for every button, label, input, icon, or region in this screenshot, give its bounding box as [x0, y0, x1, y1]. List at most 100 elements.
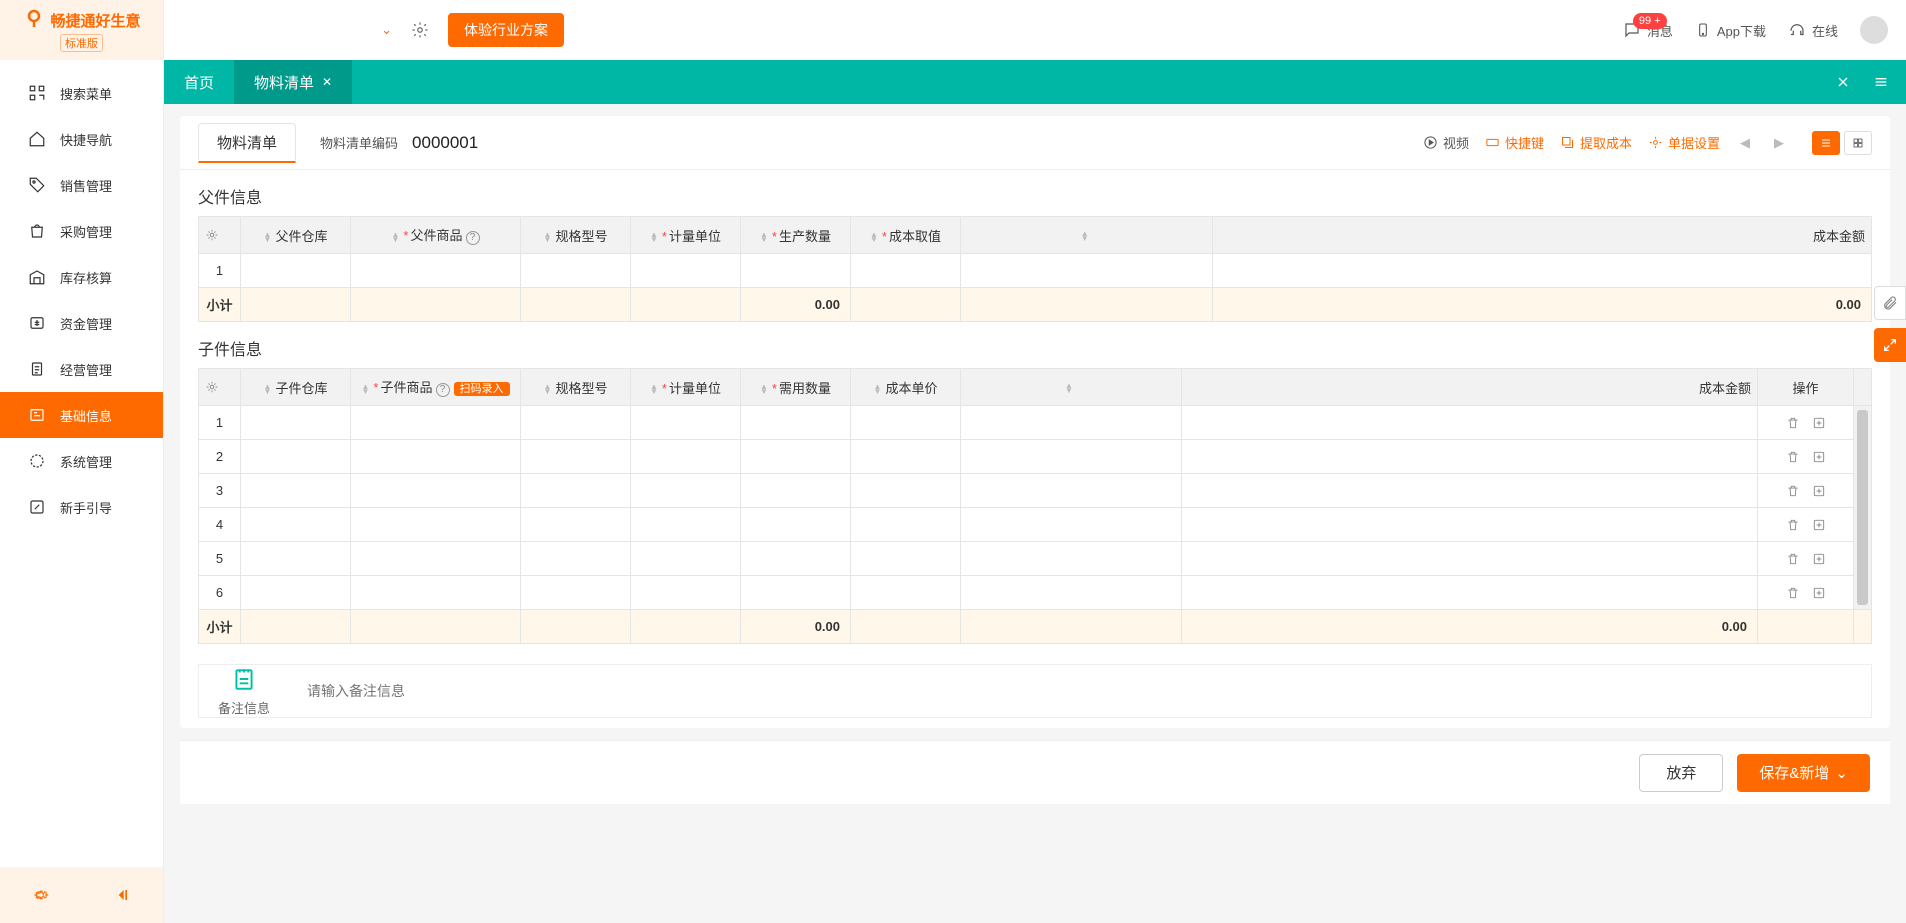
sidebar-item-label: 库存核算 [60, 268, 112, 287]
column-settings-icon[interactable] [205, 380, 234, 394]
delete-row-icon[interactable] [1786, 416, 1800, 430]
org-settings-button[interactable] [406, 16, 434, 44]
sidebar-item-purchase[interactable]: 采购管理 [0, 208, 163, 254]
col-parent-qty[interactable]: 生产数量 [779, 229, 831, 244]
attachment-tab[interactable] [1874, 286, 1906, 320]
sort-icon[interactable]: ▲▼ [264, 232, 272, 242]
settings-icon[interactable] [30, 885, 50, 905]
add-row-icon[interactable] [1812, 552, 1826, 566]
sort-icon[interactable]: ▲▼ [1065, 383, 1073, 393]
sidebar-item-basic-info[interactable]: 基础信息 [0, 392, 163, 438]
card-icon [28, 406, 46, 424]
col-parent-cost-source[interactable]: 成本取值 [889, 229, 941, 244]
expand-tab[interactable] [1874, 328, 1906, 362]
child-table-row[interactable]: 4 [199, 508, 1872, 542]
col-parent-warehouse[interactable]: 父件仓库 [275, 229, 327, 244]
col-parent-product[interactable]: 父件商品 [410, 228, 462, 243]
child-table-row[interactable]: 5 [199, 542, 1872, 576]
doc-settings-button[interactable]: 单据设置 [1648, 133, 1720, 152]
discard-button[interactable]: 放弃 [1639, 754, 1723, 792]
delete-row-icon[interactable] [1786, 450, 1800, 464]
sidebar-item-sales[interactable]: 销售管理 [0, 162, 163, 208]
sort-icon[interactable]: ▲▼ [264, 384, 272, 394]
user-avatar[interactable] [1860, 16, 1888, 44]
sort-icon[interactable]: ▲▼ [362, 384, 370, 394]
org-selector[interactable]: ⌄ [182, 13, 402, 47]
experience-plan-button[interactable]: 体验行业方案 [448, 13, 564, 47]
gear-icon [1648, 135, 1663, 150]
delete-row-icon[interactable] [1786, 518, 1800, 532]
vertical-scrollbar[interactable] [1854, 406, 1872, 610]
sort-icon[interactable]: ▲▼ [392, 232, 400, 242]
view-card-button[interactable] [1844, 131, 1872, 155]
delete-row-icon[interactable] [1786, 552, 1800, 566]
sort-icon[interactable]: ▲▼ [760, 384, 768, 394]
add-row-icon[interactable] [1812, 518, 1826, 532]
close-all-tabs-button[interactable] [1828, 67, 1858, 97]
delete-row-icon[interactable] [1786, 484, 1800, 498]
delete-row-icon[interactable] [1786, 586, 1800, 600]
tab-bom[interactable]: 物料清单 ✕ [234, 60, 352, 104]
extract-cost-button[interactable]: 提取成本 [1560, 133, 1632, 152]
col-child-spec[interactable]: 规格型号 [555, 381, 607, 396]
sort-icon[interactable]: ▲▼ [874, 384, 882, 394]
add-row-icon[interactable] [1812, 484, 1826, 498]
sort-icon[interactable]: ▲▼ [870, 232, 878, 242]
sidebar-item-guide[interactable]: 新手引导 [0, 484, 163, 530]
save-and-new-button[interactable]: 保存&新增 ⌄ [1737, 754, 1870, 792]
col-child-unit[interactable]: 计量单位 [669, 381, 721, 396]
child-table-row[interactable]: 2 [199, 440, 1872, 474]
sidebar-item-quick-nav[interactable]: 快捷导航 [0, 116, 163, 162]
video-help-button[interactable]: 视频 [1423, 133, 1469, 152]
info-icon[interactable]: ? [466, 231, 480, 245]
remark-label: 备注信息 [218, 698, 270, 717]
col-parent-unit[interactable]: 计量单位 [669, 229, 721, 244]
sidebar-item-label: 新手引导 [60, 498, 112, 517]
compass-icon [28, 498, 46, 516]
shortcut-button[interactable]: 快捷键 [1485, 133, 1544, 152]
parent-table-row[interactable]: 1 [199, 254, 1872, 288]
next-doc-button[interactable]: ▶ [1770, 135, 1788, 151]
doc-type-tab[interactable]: 物料清单 [198, 123, 296, 163]
online-support-button[interactable]: 在线 [1788, 21, 1838, 40]
add-row-icon[interactable] [1812, 586, 1826, 600]
child-table-row[interactable]: 3 [199, 474, 1872, 508]
sort-icon[interactable]: ▲▼ [760, 232, 768, 242]
col-child-warehouse[interactable]: 子件仓库 [275, 381, 327, 396]
child-table-row[interactable]: 1 [199, 406, 1872, 440]
collapse-sidebar-icon[interactable] [111, 885, 133, 905]
tabs-menu-button[interactable] [1866, 67, 1896, 97]
view-list-button[interactable] [1812, 131, 1840, 155]
sidebar-item-label: 搜索菜单 [60, 84, 112, 103]
message-button[interactable]: 99 + 消息 [1623, 21, 1673, 40]
col-parent-spec[interactable]: 规格型号 [555, 229, 607, 244]
search-scan-icon [28, 84, 46, 102]
sidebar-item-search-menu[interactable]: 搜索菜单 [0, 70, 163, 116]
sort-icon[interactable]: ▲▼ [544, 232, 552, 242]
close-icon[interactable]: ✕ [322, 75, 332, 89]
sort-icon[interactable]: ▲▼ [544, 384, 552, 394]
column-settings-icon[interactable] [205, 228, 234, 242]
info-icon[interactable]: ? [436, 383, 450, 397]
col-parent-cost-amount[interactable]: 成本金额 [1813, 229, 1865, 244]
scan-entry-badge[interactable]: 扫码录入 [454, 382, 510, 396]
remark-input[interactable] [307, 683, 1853, 699]
col-child-cost-amount[interactable]: 成本金额 [1699, 381, 1751, 396]
app-download-button[interactable]: App下载 [1695, 21, 1766, 40]
sidebar-item-finance[interactable]: 资金管理 [0, 300, 163, 346]
col-child-ops: 操作 [1792, 381, 1818, 396]
sort-icon[interactable]: ▲▼ [1081, 231, 1089, 241]
add-row-icon[interactable] [1812, 416, 1826, 430]
add-row-icon[interactable] [1812, 450, 1826, 464]
col-child-unit-cost[interactable]: 成本单价 [885, 381, 937, 396]
tab-home[interactable]: 首页 [164, 60, 234, 104]
sort-icon[interactable]: ▲▼ [650, 232, 658, 242]
sidebar-item-system[interactable]: 系统管理 [0, 438, 163, 484]
sidebar-item-operation[interactable]: 经营管理 [0, 346, 163, 392]
col-child-qty[interactable]: 需用数量 [779, 381, 831, 396]
sidebar-item-inventory[interactable]: 库存核算 [0, 254, 163, 300]
child-table-row[interactable]: 6 [199, 576, 1872, 610]
prev-doc-button[interactable]: ◀ [1736, 135, 1754, 151]
sort-icon[interactable]: ▲▼ [650, 384, 658, 394]
col-child-product[interactable]: 子件商品 [380, 380, 432, 395]
